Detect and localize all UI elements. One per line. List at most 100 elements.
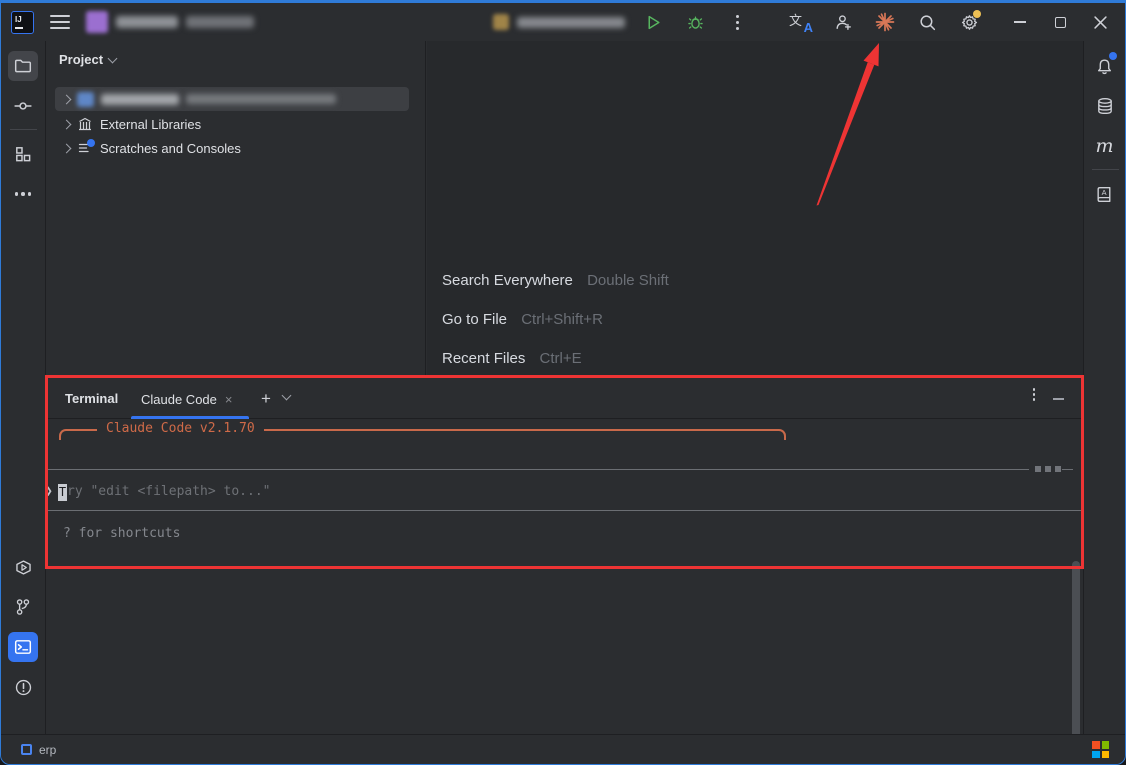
run-configuration-widget[interactable] [493,14,625,30]
window-focus-border [1,1,1125,3]
left-toolbar [1,41,46,734]
project-widget[interactable]: erp [21,743,56,757]
maximize-icon [1054,16,1066,28]
shortcut-label: Search Everywhere [442,272,573,289]
terminal-tabs-dropdown-icon[interactable] [281,390,292,401]
structure-icon [16,147,31,162]
terminal-panel-title[interactable]: Terminal [57,379,126,419]
chevron-right-icon[interactable] [61,143,72,153]
toolbar-divider [1092,169,1119,170]
maximize-button[interactable] [1043,7,1077,37]
project-root-row[interactable] [55,87,409,111]
minimize-icon [1052,398,1064,400]
terminal-hide-button[interactable] [1047,388,1069,410]
project-widget-label: erp [39,742,57,757]
problems-icon [15,679,31,695]
project-icon-blurred [86,11,108,33]
debug-button[interactable] [681,8,709,36]
translate-button[interactable]: 文 A [787,8,815,36]
add-user-icon [835,14,851,30]
windows-logo-icon[interactable] [1092,741,1109,758]
editor-empty-state: Search Everywhere Double Shift Go to Fil… [427,41,1083,376]
search-icon [919,14,935,30]
translation-dictionary-button[interactable]: A [1090,179,1120,209]
shortcut-label: Recent Files [442,350,526,367]
shortcut-keys: Ctrl+Shift+R [521,311,603,328]
active-tab-underline [131,416,249,419]
intellij-logo-icon[interactable]: IJ [11,10,34,34]
more-dots-icon [14,192,32,196]
scratches-label: Scratches and Consoles [100,140,241,156]
more-run-options-button[interactable] [723,8,751,36]
tool-commit-button[interactable] [8,91,38,121]
claude-code-version: Claude Code v2.1.70 [97,421,264,436]
external-libraries-row[interactable]: External Libraries [55,112,409,136]
status-bar: erp [1,734,1125,764]
scratches-icon [77,139,95,156]
close-icon [1093,15,1107,29]
minimize-icon [1014,21,1026,23]
terminal-prompt: ❯ [45,484,53,499]
dictionary-book-icon: A [1097,186,1111,202]
shortcuts-hint: ? for shortcuts [63,526,181,541]
ide-window: IJ 文 A m A Project External Libraries Sc… [0,0,1126,765]
tool-project-button[interactable] [8,51,38,81]
new-terminal-tab-button[interactable]: + [255,388,277,410]
shortcut-search-everywhere: Search Everywhere Double Shift [442,272,669,289]
chevron-right-icon[interactable] [61,119,72,129]
terminal-icon [14,640,32,654]
tool-structure-button[interactable] [8,139,38,169]
services-icon [15,559,31,575]
border-dots-icon [1035,466,1061,472]
terminal-header: Terminal Claude Code × + [47,379,1083,419]
notifications-button[interactable] [1090,51,1120,81]
run-button[interactable] [639,8,667,36]
project-name-blurred[interactable] [116,16,178,28]
tool-terminal-button[interactable] [8,632,38,662]
settings-button[interactable] [955,8,983,36]
terminal-tab-claude-code[interactable]: Claude Code × [131,379,242,419]
run-config-name-blurred [517,16,625,28]
translate-icon: 文 A [789,13,813,35]
commit-icon [14,102,32,110]
window-title-blurred [186,16,254,28]
database-button[interactable] [1090,91,1120,121]
play-icon [648,15,660,29]
maven-button[interactable]: m [1090,131,1120,161]
shortcut-go-to-file: Go to File Ctrl+Shift+R [442,311,603,328]
claude-code-button[interactable] [871,8,899,36]
shortcut-keys: Double Shift [587,272,669,289]
project-widget-icon [21,744,32,755]
terminal-cursor: T [58,484,67,501]
project-panel-header[interactable]: Project [59,52,118,67]
main-menu-icon[interactable] [50,15,70,29]
project-root-path-blurred [186,94,336,104]
chevron-right-icon[interactable] [61,94,72,104]
claude-starburst-icon [875,12,895,32]
project-panel-title: Project [59,52,104,67]
database-icon [1097,98,1112,114]
input-box-top-border [47,469,1029,470]
code-with-me-button[interactable] [829,8,857,36]
terminal-tool-window: Terminal Claude Code × + Claude Code v2.… [45,376,1083,764]
git-branch-icon [16,599,30,615]
terminal-options-button[interactable] [1032,388,1035,401]
notifications-badge [1108,52,1117,60]
terminal-input-placeholder[interactable]: ry "edit <filepath> to..." [67,484,271,499]
shortcut-keys: Ctrl+E [539,350,582,367]
project-tool-window: Project External Libraries Scratches and… [47,41,426,377]
minimize-button[interactable] [1003,7,1037,37]
terminal-tab-label: Claude Code [141,391,217,407]
close-button[interactable] [1083,7,1117,37]
input-box-top-border-end [1062,469,1073,470]
tab-close-icon[interactable]: × [225,392,233,407]
tool-git-button[interactable] [8,592,38,622]
tool-more-button[interactable] [8,179,38,209]
library-icon [79,117,91,131]
scratches-row[interactable]: Scratches and Consoles [55,136,409,160]
tool-problems-button[interactable] [8,672,38,702]
terminal-output[interactable]: Claude Code v2.1.70 ❯ T ry "edit <filepa… [45,420,1083,764]
tool-services-button[interactable] [8,552,38,582]
kebab-icon [735,14,739,30]
search-everywhere-button[interactable] [913,8,941,36]
